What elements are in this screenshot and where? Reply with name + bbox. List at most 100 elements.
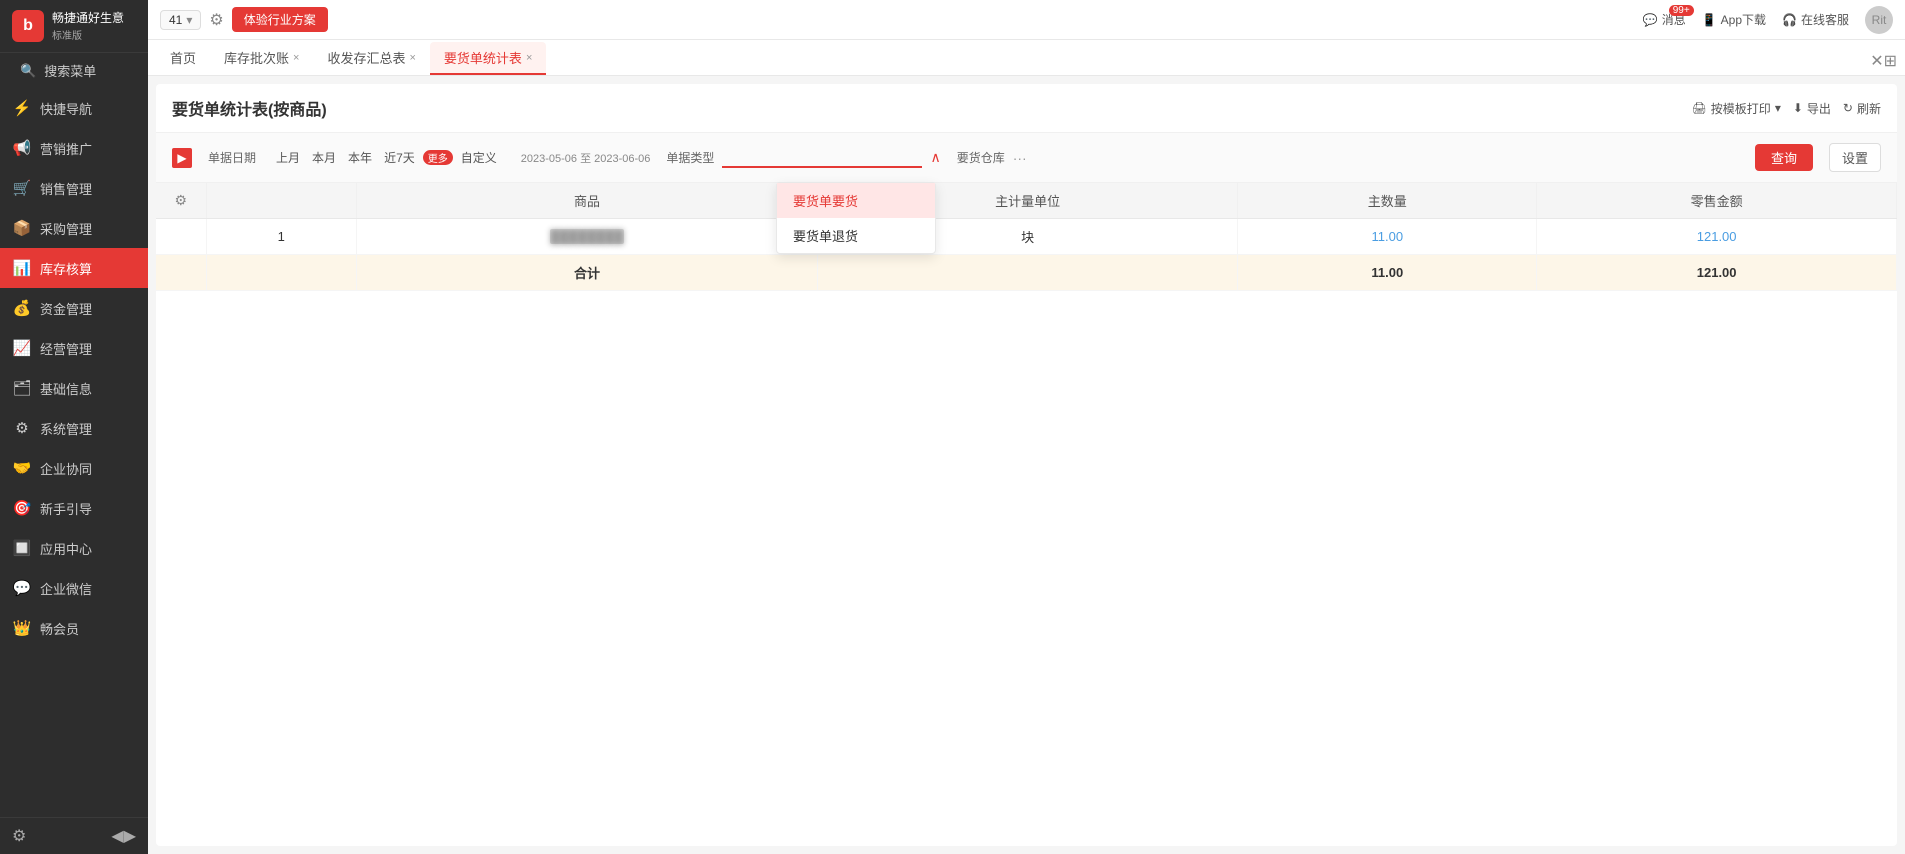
refresh-label: 刷新 <box>1857 100 1881 117</box>
topbar-gear-icon[interactable]: ⚙ <box>209 10 223 30</box>
refresh-icon: ↻ <box>1843 101 1853 115</box>
type-input[interactable] <box>722 148 922 168</box>
app-download-icon: 📱 <box>1702 13 1717 27</box>
date-range-display: 2023-05-06 至 2023-06-06 <box>521 150 651 166</box>
sidebar-item-资金管理[interactable]: 💰 资金管理 <box>0 288 148 328</box>
tab-close-1[interactable]: × <box>293 52 299 64</box>
amount-link[interactable]: 121.00 <box>1697 229 1737 244</box>
headset-icon: 🎧 <box>1782 13 1797 27</box>
sidebar-item-库存核算[interactable]: 📊 库存核算 <box>0 248 148 288</box>
footer-gear-cell <box>156 255 206 291</box>
row-index: 1 <box>206 219 357 255</box>
expand-tabs-icon[interactable]: ⊞ <box>1884 51 1897 75</box>
col-gear: ⚙ <box>156 183 206 219</box>
table-container: ⚙ 商品 主计量单位 主数量 零售金额 1 ████████ <box>156 183 1897 291</box>
col-index <box>206 183 357 219</box>
row-goods: ████████ <box>357 219 818 255</box>
tabs-bar: 首页库存批次账×收发存汇总表×要货单统计表× ✕ ⊞ <box>148 40 1905 76</box>
print-action[interactable]: 🖨 按模板打印 ▾ <box>1692 100 1781 117</box>
sidebar: b 畅捷通好生意 标准版 🔍 搜索菜单 ⚡ 快捷导航 📢 营销推广 🛒 销售管理… <box>0 0 148 854</box>
print-label: 按模板打印 <box>1711 100 1771 117</box>
dropdown-item-1[interactable]: 要货单退货 <box>777 218 935 253</box>
app-edition: 标准版 <box>52 27 124 42</box>
online-service-btn[interactable]: 🎧 在线客服 <box>1782 11 1849 28</box>
trial-btn[interactable]: 体验行业方案 <box>232 7 328 32</box>
sidebar-bottom: ⚙ ◀▶ <box>0 817 148 854</box>
sidebar-item-应用中心[interactable]: 🔲 应用中心 <box>0 528 148 568</box>
sidebar-item-label-10: 新手引导 <box>40 499 92 518</box>
dropdown-arrow-icon: ▾ <box>186 13 192 27</box>
setting-btn[interactable]: 设置 <box>1829 143 1881 172</box>
content-area: 要货单统计表(按商品) 🖨 按模板打印 ▾ ⬇ 导出 ↻ 刷新 <box>148 76 1905 854</box>
tab-label-0: 首页 <box>170 48 196 67</box>
collapse-icon[interactable]: ◀▶ <box>111 826 136 846</box>
export-action[interactable]: ⬇ 导出 <box>1793 100 1831 117</box>
sidebar-item-基础信息[interactable]: 🗂 基础信息 <box>0 368 148 408</box>
filter-expand-btn[interactable]: ▶ <box>172 148 192 168</box>
row-amount[interactable]: 121.00 <box>1537 219 1897 255</box>
row-qty[interactable]: 11.00 <box>1238 219 1537 255</box>
dropdown-item-0[interactable]: 要货单要货 <box>777 183 935 218</box>
date-btn-this-month[interactable]: 本月 <box>308 147 340 168</box>
query-btn[interactable]: 查询 <box>1755 144 1813 171</box>
export-icon: ⬇ <box>1793 101 1803 115</box>
date-btn-7days[interactable]: 近7天 <box>380 147 419 168</box>
sidebar-item-企业协同[interactable]: 🤝 企业协同 <box>0 448 148 488</box>
filter-warehouse-section: 要货仓库 ··· <box>957 149 1027 166</box>
warehouse-more-icon[interactable]: ··· <box>1013 150 1027 166</box>
sidebar-item-label-1: 营销推广 <box>40 139 92 158</box>
type-dropdown-arrow-icon[interactable]: ∧ <box>930 149 940 166</box>
refresh-action[interactable]: ↻ 刷新 <box>1843 100 1881 117</box>
date-custom-btn[interactable]: 自定义 <box>457 147 501 168</box>
tab-2[interactable]: 收发存汇总表× <box>313 42 429 75</box>
tab-1[interactable]: 库存批次账× <box>210 42 313 75</box>
sidebar-item-label-9: 企业协同 <box>40 459 92 478</box>
close-all-tabs-icon[interactable]: ✕ <box>1870 51 1883 75</box>
sidebar-item-采购管理[interactable]: 📦 采购管理 <box>0 208 148 248</box>
page: 要货单统计表(按商品) 🖨 按模板打印 ▾ ⬇ 导出 ↻ 刷新 <box>156 84 1897 846</box>
sidebar-item-销售管理[interactable]: 🛒 销售管理 <box>0 168 148 208</box>
footer-unit-empty <box>817 255 1237 291</box>
topbar-right: 💬 消息 99+ 📱 App下载 🎧 在线客服 Rit <box>1643 6 1893 34</box>
settings-icon[interactable]: ⚙ <box>12 826 26 846</box>
main-area: 41 ▾ ⚙ 体验行业方案 💬 消息 99+ 📱 App下载 🎧 在线客服 Ri… <box>148 0 1905 854</box>
tab-close-2[interactable]: × <box>409 52 415 64</box>
topbar-dropdown[interactable]: 41 ▾ <box>160 10 201 30</box>
footer-empty <box>206 255 357 291</box>
dropdown-value: 41 <box>169 13 182 27</box>
search-menu-item[interactable]: 🔍 搜索菜单 <box>0 53 148 88</box>
user-name: Rit <box>1872 13 1887 27</box>
sidebar-item-label-12: 企业微信 <box>40 579 92 598</box>
table-header-row: ⚙ 商品 主计量单位 主数量 零售金额 <box>156 183 1897 219</box>
sidebar-item-畅会员[interactable]: 👑 畅会员 <box>0 608 148 648</box>
sidebar-item-label-6: 经营管理 <box>40 339 92 358</box>
export-label: 导出 <box>1807 100 1831 117</box>
sidebar-item-营销推广[interactable]: 📢 营销推广 <box>0 128 148 168</box>
sidebar-item-企业微信[interactable]: 💬 企业微信 <box>0 568 148 608</box>
date-btn-this-year[interactable]: 本年 <box>344 147 376 168</box>
sidebar-item-icon-10: 🎯 <box>12 498 32 518</box>
user-avatar[interactable]: Rit <box>1865 6 1893 34</box>
sidebar-item-快捷导航[interactable]: ⚡ 快捷导航 <box>0 88 148 128</box>
table-settings-icon[interactable]: ⚙ <box>174 192 187 208</box>
tab-3[interactable]: 要货单统计表× <box>430 42 546 75</box>
footer-qty: 11.00 <box>1238 255 1537 291</box>
online-service-label: 在线客服 <box>1801 11 1849 28</box>
date-btn-last-month[interactable]: 上月 <box>272 147 304 168</box>
sidebar-item-icon-0: ⚡ <box>12 98 32 118</box>
tab-close-3[interactable]: × <box>526 52 532 64</box>
print-arrow-icon: ▾ <box>1775 101 1781 115</box>
sidebar-item-系统管理[interactable]: ⚙ 系统管理 <box>0 408 148 448</box>
date-more-badge[interactable]: 更多 <box>423 150 453 165</box>
sidebar-item-新手引导[interactable]: 🎯 新手引导 <box>0 488 148 528</box>
qty-link[interactable]: 11.00 <box>1372 229 1404 244</box>
sidebar-item-label-13: 畅会员 <box>40 619 79 638</box>
sidebar-item-经营管理[interactable]: 📈 经营管理 <box>0 328 148 368</box>
filter-bar: ▶ 单据日期 上月 本月 本年 近7天 更多 自定义 2023-05-06 至 … <box>156 133 1897 183</box>
message-btn[interactable]: 💬 消息 99+ <box>1643 11 1686 28</box>
tab-0[interactable]: 首页 <box>156 42 210 75</box>
table-footer-row: 合计 11.00 121.00 <box>156 255 1897 291</box>
sidebar-item-label-3: 采购管理 <box>40 219 92 238</box>
sidebar-item-label-0: 快捷导航 <box>40 99 92 118</box>
app-download-btn[interactable]: 📱 App下载 <box>1702 11 1766 28</box>
